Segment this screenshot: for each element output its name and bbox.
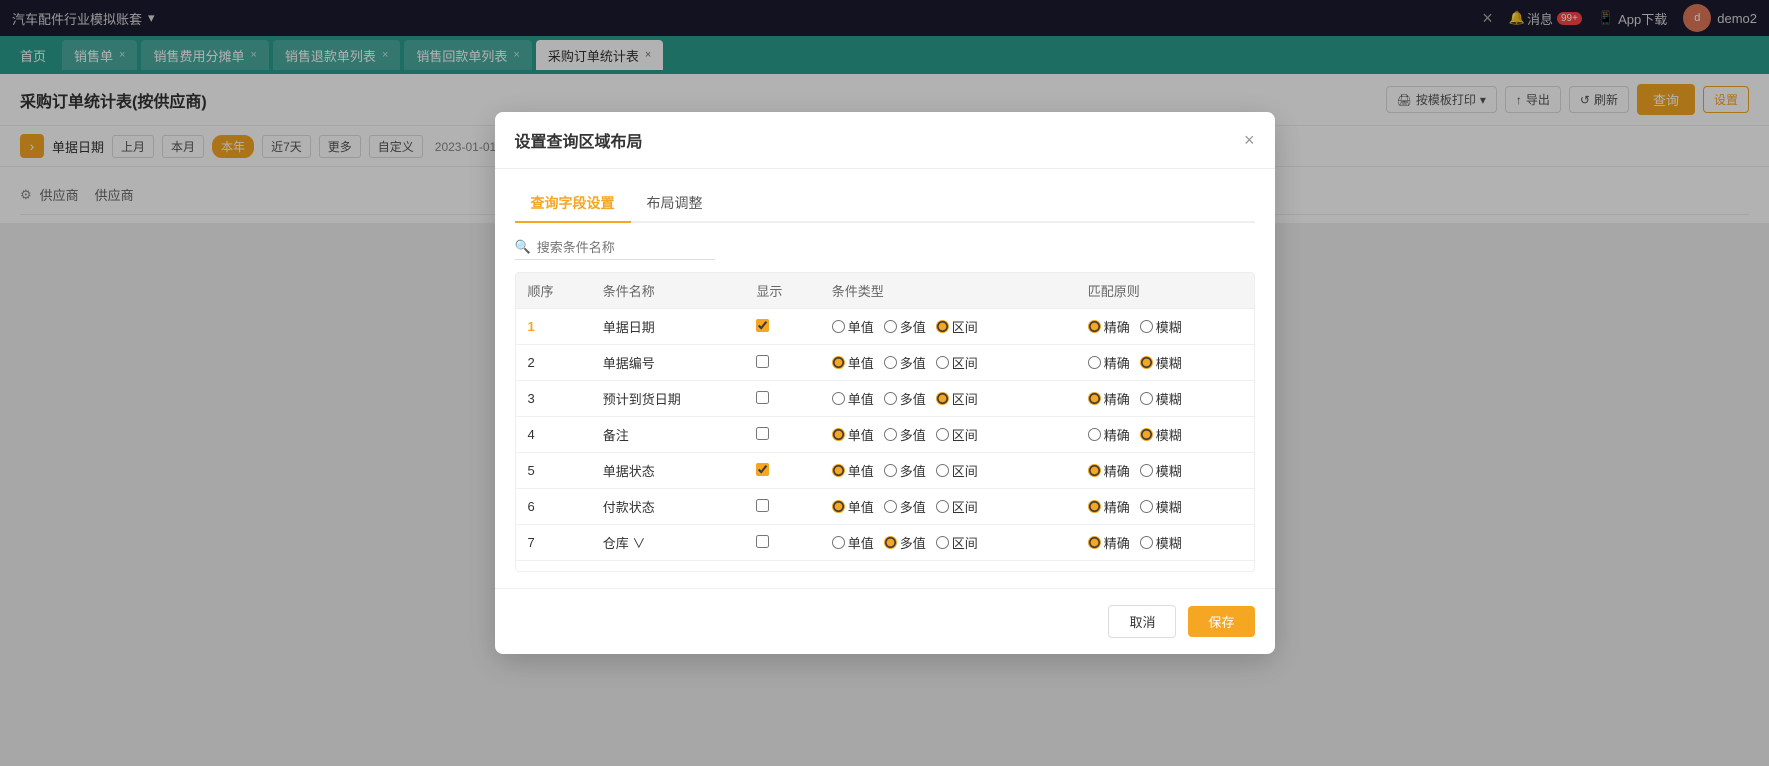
cell-order: 8 xyxy=(516,561,591,573)
cell-match: 精确模糊 xyxy=(1076,345,1254,381)
cell-type: 单值多值区间 xyxy=(820,489,1076,525)
cell-match: 精确模糊 xyxy=(1076,417,1254,453)
cell-match: 精确模糊 xyxy=(1076,525,1254,561)
cell-order: 7 xyxy=(516,525,591,561)
table-body: 1单据日期单值多值区间精确模糊2单据编号单值多值区间精确模糊3预计到货日期单值多… xyxy=(516,309,1254,573)
cell-name: 单据日期 xyxy=(591,309,745,345)
cell-match: 精确模糊 xyxy=(1076,489,1254,525)
dialog-tabs: 查询字段设置 布局调整 xyxy=(515,185,1255,223)
cell-match: 精确模糊 xyxy=(1076,561,1254,573)
cell-order: 5 xyxy=(516,453,591,489)
display-checkbox[interactable] xyxy=(756,355,769,368)
cell-name: 仓库 ∨ xyxy=(591,525,745,561)
cell-match: 精确模糊 xyxy=(1076,309,1254,345)
table-row: 7仓库 ∨ 单值多值区间精确模糊 xyxy=(516,525,1254,561)
table-row: 5单据状态 单值多值区间精确模糊 xyxy=(516,453,1254,489)
th-type: 条件类型 xyxy=(820,273,1076,309)
cell-display xyxy=(744,453,819,489)
cell-name: 付款状态 xyxy=(591,489,745,525)
th-order: 顺序 xyxy=(516,273,591,309)
cell-display xyxy=(744,489,819,525)
cancel-button[interactable]: 取消 xyxy=(1108,605,1176,638)
cell-name: 单据状态 xyxy=(591,453,745,489)
cell-type: 单值多值区间 xyxy=(820,561,1076,573)
table-header-row-tr: 顺序 条件名称 显示 条件类型 匹配原则 xyxy=(516,273,1254,309)
cell-display xyxy=(744,345,819,381)
table-row: 3预计到货日期 单值多值区间精确模糊 xyxy=(516,381,1254,417)
search-icon: 🔍 xyxy=(515,239,531,255)
cell-display xyxy=(744,381,819,417)
cell-match: 精确模糊 xyxy=(1076,381,1254,417)
cell-display xyxy=(744,525,819,561)
table-row: 4备注 单值多值区间精确模糊 xyxy=(516,417,1254,453)
display-checkbox[interactable] xyxy=(756,463,769,476)
display-checkbox[interactable] xyxy=(756,571,769,573)
th-name: 条件名称 xyxy=(591,273,745,309)
display-checkbox[interactable] xyxy=(756,499,769,512)
cell-type: 单值多值区间 xyxy=(820,345,1076,381)
cell-display xyxy=(744,561,819,573)
table-row: 1单据日期 单值多值区间精确模糊 xyxy=(516,309,1254,345)
table-thead: 顺序 条件名称 显示 条件类型 匹配原则 xyxy=(516,273,1254,309)
cell-name: 备注 xyxy=(591,417,745,453)
cell-order: 6 xyxy=(516,489,591,525)
display-checkbox[interactable] xyxy=(756,427,769,440)
display-checkbox[interactable] xyxy=(756,535,769,548)
cell-type: 单值多值区间 xyxy=(820,525,1076,561)
cell-display xyxy=(744,417,819,453)
cell-order: 4 xyxy=(516,417,591,453)
dialog-header: 设置查询区域布局 × xyxy=(495,112,1275,169)
conditions-table: 顺序 条件名称 显示 条件类型 匹配原则 1单据日期单值多值区间精确模糊2单据编… xyxy=(516,273,1254,572)
dialog-title: 设置查询区域布局 xyxy=(515,128,643,152)
dialog-footer: 取消 保存 xyxy=(495,588,1275,654)
cell-order: 1 xyxy=(516,309,591,345)
display-checkbox[interactable] xyxy=(756,319,769,332)
table-row: 2单据编号 单值多值区间精确模糊 xyxy=(516,345,1254,381)
table-row: 8商品 ∨ 单值多值区间精确模糊 xyxy=(516,561,1254,573)
th-match: 匹配原则 xyxy=(1076,273,1254,309)
search-box: 🔍 xyxy=(515,235,715,260)
dialog-close-button[interactable]: × xyxy=(1244,131,1255,149)
cell-order: 2 xyxy=(516,345,591,381)
cell-name: 商品 ∨ xyxy=(591,561,745,573)
cell-display xyxy=(744,309,819,345)
cell-type: 单值多值区间 xyxy=(820,453,1076,489)
save-button[interactable]: 保存 xyxy=(1188,606,1254,637)
dialog-tab-query-fields[interactable]: 查询字段设置 xyxy=(515,185,631,223)
settings-dialog: 设置查询区域布局 × 查询字段设置 布局调整 🔍 xyxy=(495,112,1275,654)
cell-name: 单据编号 xyxy=(591,345,745,381)
cell-type: 单值多值区间 xyxy=(820,309,1076,345)
th-display: 显示 xyxy=(744,273,819,309)
display-checkbox[interactable] xyxy=(756,391,769,404)
cell-type: 单值多值区间 xyxy=(820,417,1076,453)
dialog-tab-layout[interactable]: 布局调整 xyxy=(631,185,719,223)
cell-name: 预计到货日期 xyxy=(591,381,745,417)
cell-type: 单值多值区间 xyxy=(820,381,1076,417)
search-input[interactable] xyxy=(537,240,715,255)
modal-overlay: 设置查询区域布局 × 查询字段设置 布局调整 🔍 xyxy=(0,0,1769,766)
cell-match: 精确模糊 xyxy=(1076,453,1254,489)
table-row: 6付款状态 单值多值区间精确模糊 xyxy=(516,489,1254,525)
dialog-body: 查询字段设置 布局调整 🔍 顺序 条件名称 显示 xyxy=(495,169,1275,588)
cell-order: 3 xyxy=(516,381,591,417)
conditions-table-scroll[interactable]: 顺序 条件名称 显示 条件类型 匹配原则 1单据日期单值多值区间精确模糊2单据编… xyxy=(515,272,1255,572)
